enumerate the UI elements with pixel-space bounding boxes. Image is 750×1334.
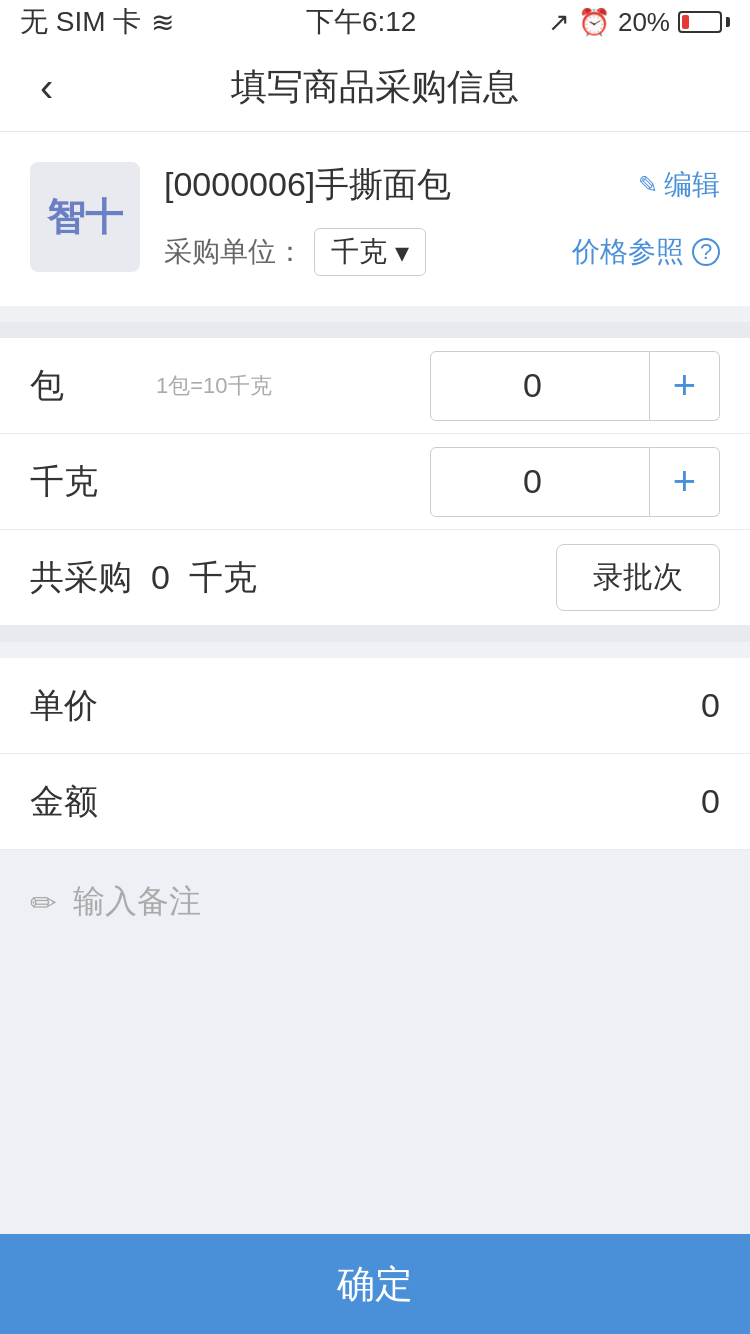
summary-amount: 0	[151, 558, 170, 596]
unit-price-row: 单价 0	[0, 658, 750, 754]
bao-plus-button[interactable]: +	[650, 351, 720, 421]
amount-value: 0	[701, 782, 720, 821]
input-section: 包 1包=10千克 + 千克 +	[0, 338, 750, 530]
kg-plus-button[interactable]: +	[650, 447, 720, 517]
unit-value: 千克	[331, 233, 387, 271]
record-batch-button[interactable]: 录批次	[556, 544, 720, 611]
help-icon: ?	[692, 238, 720, 266]
product-unit-row: 采购单位： 千克 ▾ 价格参照 ?	[164, 228, 720, 276]
bao-label: 包	[30, 363, 150, 409]
chevron-down-icon: ▾	[395, 236, 409, 269]
bao-sub-label: 1包=10千克	[156, 371, 272, 401]
section-divider-2	[0, 626, 750, 642]
location-icon: ↗	[548, 7, 570, 38]
notes-section[interactable]: ✏ 输入备注	[0, 850, 750, 1010]
kg-qty-input[interactable]	[430, 447, 650, 517]
summary-text: 共采购 0 千克	[30, 555, 556, 601]
edit-button[interactable]: ✎ 编辑	[638, 166, 720, 204]
unit-price-label: 单价	[30, 683, 701, 729]
battery-icon	[678, 11, 730, 33]
nav-bar: ‹ 填写商品采购信息	[0, 44, 750, 132]
summary-prefix: 共采购	[30, 558, 132, 596]
summary-suffix: 千克	[189, 558, 257, 596]
back-button[interactable]: ‹	[30, 55, 63, 120]
edit-icon: ✎	[638, 171, 658, 199]
kg-input-row: 千克 +	[0, 434, 750, 530]
amount-label: 金额	[30, 779, 701, 825]
price-section: 单价 0 金额 0	[0, 658, 750, 850]
battery-pct: 20%	[618, 7, 670, 38]
bao-qty-input[interactable]	[430, 351, 650, 421]
product-logo: 智十	[47, 192, 123, 243]
page-title: 填写商品采购信息	[231, 63, 519, 112]
confirm-label: 确定	[337, 1259, 413, 1310]
alarm-icon: ⏰	[578, 7, 610, 38]
bottom-spacer	[0, 1010, 750, 1270]
status-time: 下午6:12	[306, 3, 417, 41]
product-info: [0000006]手撕面包 ✎ 编辑 采购单位： 千克 ▾ 价格参照 ?	[164, 162, 720, 276]
unit-select[interactable]: 千克 ▾	[314, 228, 426, 276]
sim-label: 无 SIM 卡	[20, 3, 141, 41]
bao-input-row: 包 1包=10千克 +	[0, 338, 750, 434]
kg-label: 千克	[30, 459, 150, 505]
product-name-row: [0000006]手撕面包 ✎ 编辑	[164, 162, 720, 208]
edit-label: 编辑	[664, 166, 720, 204]
kg-qty-wrap: +	[430, 447, 720, 517]
amount-row: 金额 0	[0, 754, 750, 850]
notes-placeholder: 输入备注	[73, 880, 201, 924]
summary-row: 共采购 0 千克 录批次	[0, 530, 750, 626]
price-ref-label: 价格参照	[572, 233, 684, 271]
pencil-icon: ✏	[30, 884, 57, 922]
bao-qty-wrap: +	[430, 351, 720, 421]
product-card: 智十 [0000006]手撕面包 ✎ 编辑 采购单位： 千克 ▾ 价格参照 ?	[0, 132, 750, 306]
unit-price-value: 0	[701, 686, 720, 725]
price-ref-button[interactable]: 价格参照 ?	[572, 233, 720, 271]
product-name: [0000006]手撕面包	[164, 162, 451, 208]
status-right: ↗ ⏰ 20%	[548, 7, 730, 38]
status-left: 无 SIM 卡 ≋	[20, 3, 174, 41]
unit-label: 采购单位：	[164, 233, 304, 271]
section-divider-1	[0, 322, 750, 338]
wifi-icon: ≋	[151, 6, 174, 39]
status-bar: 无 SIM 卡 ≋ 下午6:12 ↗ ⏰ 20%	[0, 0, 750, 44]
confirm-bar[interactable]: 确定	[0, 1234, 750, 1334]
product-thumbnail: 智十	[30, 162, 140, 272]
